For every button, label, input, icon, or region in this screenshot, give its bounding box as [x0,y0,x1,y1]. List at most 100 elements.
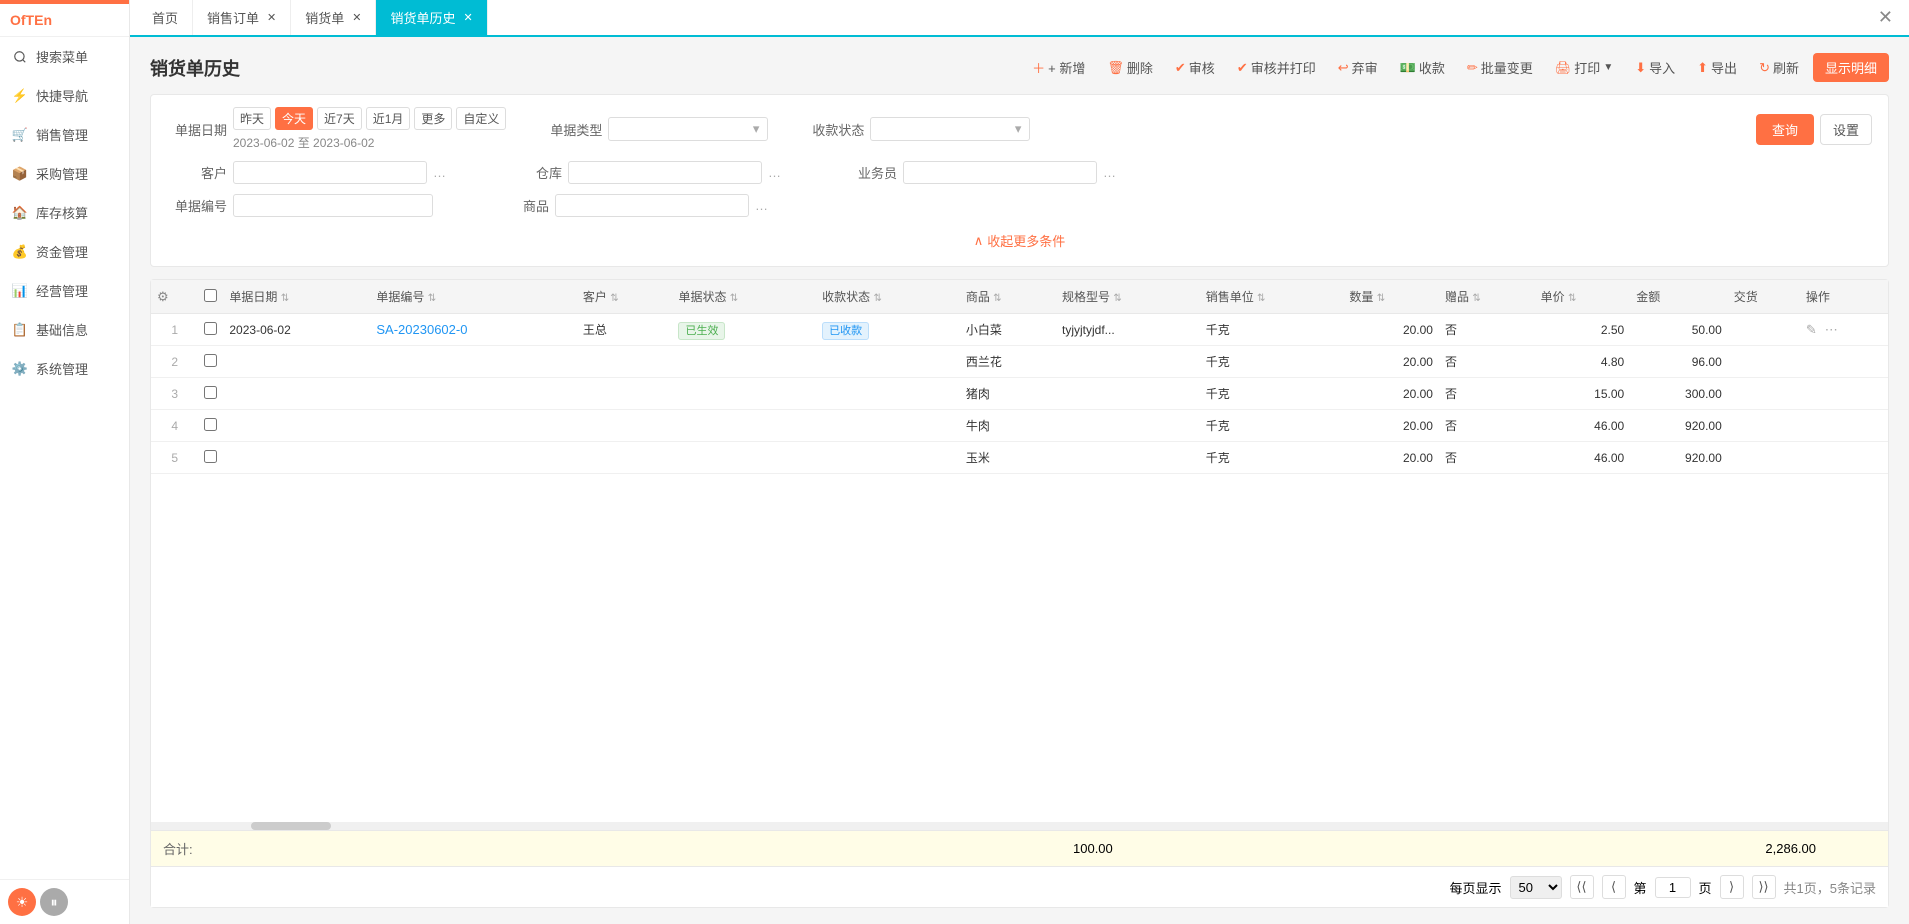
show-details-button[interactable]: 显示明细 [1813,53,1889,82]
tab-sales-order-close[interactable]: ✕ [267,11,276,24]
goods-input[interactable] [555,194,749,217]
row-action [1800,346,1888,378]
filter-business-item: 业务员 … [837,161,1116,184]
date-btn-7days[interactable]: 近7天 [317,107,362,130]
sidebar-item-label: 资金管理 [36,242,88,261]
row-customer [577,346,673,378]
delete-button[interactable]: 🗑 删除 [1099,54,1161,81]
tab-bar: 首页 销售订单 ✕ 销货单 ✕ 销货单历史 ✕ ✕ [130,0,1909,37]
page-title: 销货单历史 [150,55,240,81]
export-button[interactable]: ⬆ 导出 [1689,54,1745,81]
row-doc-no [370,346,576,378]
sidebar-item-sales-mgmt[interactable]: 🛒 销售管理 [0,115,129,154]
row-goods: 牛肉 [960,410,1056,442]
prev-page-button[interactable]: ⟨ [1602,875,1626,899]
row-collect-status [816,442,960,474]
audit-button[interactable]: ✔ 审核 [1167,54,1223,81]
row-goods: 猪肉 [960,378,1056,410]
row-gear: 5 [151,442,198,474]
sidebar-bottom-btn1[interactable]: ☀ [8,888,36,916]
row-doc-status [672,346,816,378]
sidebar-item-quick-nav[interactable]: ⚡ 快捷导航 [0,76,129,115]
sidebar-item-ops-mgmt[interactable]: 📊 经营管理 [0,271,129,310]
goods-ellipsis[interactable]: … [755,198,768,213]
sidebar-item-purchase-mgmt[interactable]: 📦 采购管理 [0,154,129,193]
row-select-checkbox[interactable] [204,322,217,335]
audit-icon: ✔ [1175,60,1186,76]
row-action [1800,410,1888,442]
sidebar-brand: OfTEn [0,4,129,37]
row-gift: 否 [1439,410,1535,442]
tab-sales-history[interactable]: 销货单历史 ✕ [376,0,487,35]
warehouse-input[interactable] [568,161,762,184]
ops-icon: 📊 [12,283,28,299]
select-all-checkbox[interactable] [204,289,217,302]
new-button[interactable]: ＋ + 新增 [1024,54,1093,81]
tab-sales-delivery[interactable]: 销货单 ✕ [291,0,376,35]
tab-close-all[interactable]: ✕ [1870,7,1901,28]
row-select-checkbox[interactable] [204,386,217,399]
batch-change-button[interactable]: ✏ 批量变更 [1459,54,1541,81]
business-ellipsis[interactable]: … [1103,165,1116,180]
row-doc-status [672,378,816,410]
import-button[interactable]: ⬇ 导入 [1627,54,1683,81]
date-btn-1month[interactable]: 近1月 [366,107,411,130]
query-button[interactable]: 查询 [1756,114,1814,145]
chevron-up-icon: ∧ [974,233,984,249]
date-btn-yesterday[interactable]: 昨天 [233,107,271,130]
sort-gift-icon: ⇅ [1472,293,1480,304]
row-transaction [1728,314,1800,346]
page-number-input[interactable] [1655,877,1691,898]
sidebar-item-basic-info[interactable]: 📋 基础信息 [0,310,129,349]
customer-input[interactable] [233,161,427,184]
tab-home[interactable]: 首页 [138,0,193,35]
filter-collapse[interactable]: ∧ 收起更多条件 [167,227,1872,254]
date-btn-custom[interactable]: 自定义 [456,107,506,130]
refresh-button[interactable]: ↻ 刷新 [1751,54,1807,81]
tab-sales-history-close[interactable]: ✕ [464,11,473,24]
print-button[interactable]: 🖨 打印 ▼ [1547,54,1621,81]
date-btn-more[interactable]: 更多 [414,107,452,130]
sidebar-item-search-menu[interactable]: 搜索菜单 [0,37,129,76]
per-page-select[interactable]: 50 100 200 [1510,876,1562,899]
doc-no-link[interactable]: SA-20230602-0 [376,322,467,337]
sidebar-item-label: 销售管理 [36,125,88,144]
last-page-button[interactable]: ⟩⟩ [1752,875,1776,899]
settings-button[interactable]: 设置 [1820,114,1872,145]
edit-icon[interactable]: ✎ [1806,322,1817,338]
table-wrapper[interactable]: ⚙ 单据日期 ⇅ 单据编号 ⇅ 客户 ⇅ 单据状态 ⇅ 收款状态 ⇅ 商品 ⇅ … [151,280,1888,822]
doc-type-select[interactable]: ▾ [608,117,768,141]
collect-button[interactable]: 💵 收款 [1392,54,1453,81]
sidebar-item-finance[interactable]: 💰 资金管理 [0,232,129,271]
scrollbar-thumb[interactable] [251,822,331,830]
row-select-checkbox[interactable] [204,418,217,431]
collect-status-select[interactable]: ▾ [870,117,1030,141]
sort-date-icon: ⇅ [281,293,289,304]
row-price: 15.00 [1535,378,1631,410]
customer-ellipsis[interactable]: … [433,165,446,180]
sidebar-item-label: 库存核算 [36,203,88,222]
abandon-button[interactable]: ↩ 弃审 [1330,54,1386,81]
row-select-checkbox[interactable] [204,354,217,367]
first-page-button[interactable]: ⟨⟨ [1570,875,1594,899]
tab-sales-delivery-close[interactable]: ✕ [352,11,361,24]
sidebar-item-inventory[interactable]: 🏠 库存核算 [0,193,129,232]
th-amount: 金额 [1630,280,1728,314]
sidebar-bottom-btn2[interactable]: ⏸ [40,888,68,916]
table-row: 3 猪肉 千克 20.00 否 15.00 300.00 [151,378,1888,410]
row-gear: 1 [151,314,198,346]
row-select-checkbox[interactable] [204,450,217,463]
settings-icon[interactable]: ⚙ [157,289,169,304]
audit-print-button[interactable]: ✔ 审核并打印 [1229,54,1324,81]
tab-sales-order[interactable]: 销售订单 ✕ [193,0,291,35]
warehouse-ellipsis[interactable]: … [768,165,781,180]
horizontal-scrollbar[interactable] [151,822,1888,830]
sidebar-item-sys-mgmt[interactable]: ⚙️ 系统管理 [0,349,129,388]
docno-input[interactable] [233,194,433,217]
more-icon[interactable]: ⋯ [1825,322,1838,338]
next-page-button[interactable]: ⟩ [1720,875,1744,899]
row-spec [1056,442,1200,474]
date-btn-today[interactable]: 今天 [275,107,313,130]
row-spec [1056,410,1200,442]
business-input[interactable] [903,161,1097,184]
